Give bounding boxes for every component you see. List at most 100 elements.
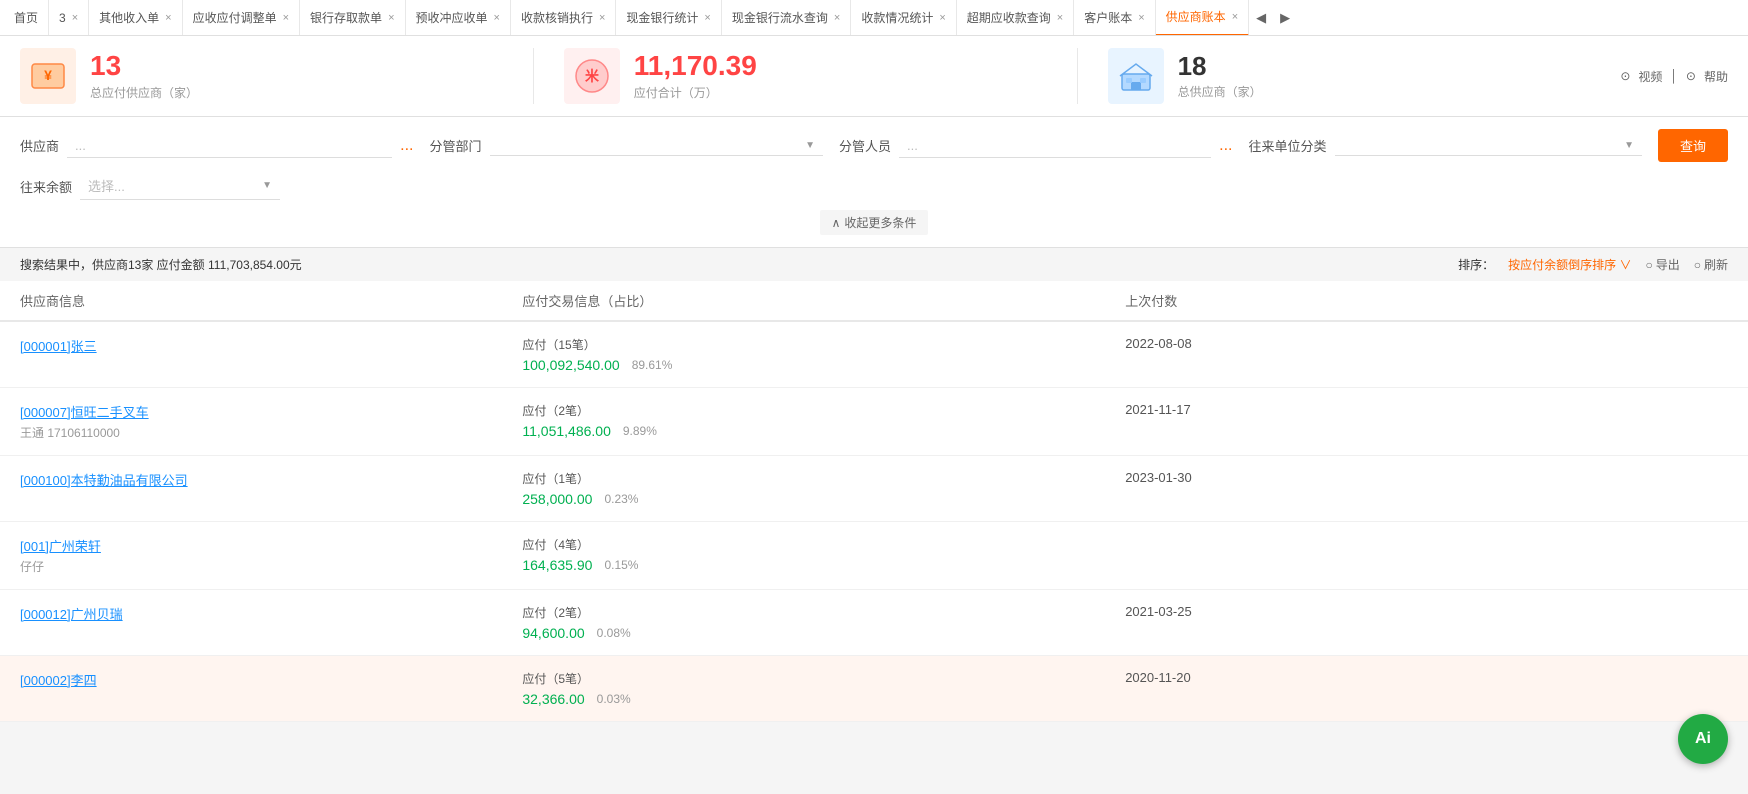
supplier-sub-2: 王通 17106110000 <box>20 424 522 441</box>
table-row[interactable]: [000002]李四 应付（5笔） 32,366.00 0.03% 2020-1… <box>0 656 1748 722</box>
supplier-info-4: [001]广州荣轩 仔仔 <box>20 536 522 575</box>
header-supplier: 供应商信息 <box>20 291 522 310</box>
export-icon: ○ <box>1645 258 1652 272</box>
person-dots-icon[interactable]: ... <box>1219 137 1232 155</box>
trans-amount-5: 94,600.00 <box>522 625 584 641</box>
nav-tab-cash-stat[interactable]: 现金银行统计 × <box>616 0 721 36</box>
svg-text:米: 米 <box>585 68 600 84</box>
supplier-name-3[interactable]: [000100]本特勤油品有限公司 <box>20 470 522 489</box>
divider: │ <box>1670 69 1678 83</box>
supplier-name-5[interactable]: [000012]广州贝瑞 <box>20 604 522 623</box>
result-summary: 搜索结果中，供应商13家 应付金额 111,703,854.00元 <box>20 256 302 273</box>
table-row[interactable]: [000012]广州贝瑞 应付（2笔） 94,600.00 0.08% 2021… <box>0 590 1748 656</box>
ai-button-label: Ai <box>1695 730 1711 748</box>
video-link[interactable]: 视频 <box>1638 68 1662 85</box>
transaction-info-1: 应付（15笔） 100,092,540.00 89.61% <box>522 336 1125 373</box>
person-input[interactable] <box>899 134 1211 158</box>
close-icon[interactable]: × <box>165 12 171 24</box>
lastpay-date-1: 2022-08-08 <box>1125 336 1192 351</box>
category-label: 往来单位分类 <box>1249 136 1327 155</box>
nav-tab-collection-stat[interactable]: 收款情况统计 × <box>851 0 956 36</box>
help-link[interactable]: 帮助 <box>1704 68 1728 85</box>
query-button[interactable]: 查询 <box>1658 129 1728 162</box>
total-payable-number: 11,170.39 <box>634 52 757 80</box>
transaction-info-5: 应付（2笔） 94,600.00 0.08% <box>522 604 1125 641</box>
nav-tab-bank[interactable]: 银行存取款单 × <box>300 0 405 36</box>
filter-supplier: 供应商 ... <box>20 134 414 158</box>
trans-row-4: 164,635.90 0.15% <box>522 557 1125 573</box>
trans-percent-2: 9.89% <box>623 424 657 438</box>
nav-tab-adjustment[interactable]: 应收应付调整单 × <box>183 0 300 36</box>
lastpay-date-5: 2021-03-25 <box>1125 604 1192 619</box>
card-icon-store <box>1108 48 1164 104</box>
close-icon[interactable]: × <box>72 12 78 24</box>
dept-select[interactable]: ▼ <box>490 136 823 156</box>
filter-area: 供应商 ... 分管部门 ▼ 分管人员 ... 往来单位分类 ▼ 查询 往来 <box>0 117 1748 248</box>
balance-label: 往来余额 <box>20 177 72 196</box>
transaction-info-3: 应付（1笔） 258,000.00 0.23% <box>522 470 1125 507</box>
collapse-label: 收起更多条件 <box>844 214 916 231</box>
supplier-dots-icon[interactable]: ... <box>400 137 413 155</box>
supplier-name-1[interactable]: [000001]张三 <box>20 336 522 355</box>
total-payable-label: 应付合计（万） <box>634 84 757 101</box>
supplier-name-4[interactable]: [001]广州荣轩 <box>20 536 522 555</box>
export-button[interactable]: ○ 导出 <box>1645 256 1679 273</box>
close-icon[interactable]: × <box>704 12 710 24</box>
close-icon[interactable]: × <box>1232 11 1238 23</box>
header-extra <box>1527 291 1728 310</box>
person-label: 分管人员 <box>839 136 891 155</box>
nav-tab-collection-label: 收款核销执行 <box>521 9 593 26</box>
nav-next-arrow[interactable]: ▶ <box>1273 0 1297 36</box>
sort-select[interactable]: 按应付余额倒序排序 ∨ <box>1508 256 1631 273</box>
refresh-label: 刷新 <box>1704 256 1728 273</box>
chevron-down-icon-3: ▼ <box>262 180 272 191</box>
trans-label-3: 应付（1笔） <box>522 470 1125 487</box>
table-row[interactable]: [000100]本特勤油品有限公司 应付（1笔） 258,000.00 0.23… <box>0 456 1748 522</box>
supplier-name-6[interactable]: [000002]李四 <box>20 670 522 689</box>
table-row[interactable]: [000007]恒旺二手叉车 王通 17106110000 应付（2笔） 11,… <box>0 388 1748 456</box>
close-icon[interactable]: × <box>494 12 500 24</box>
refresh-button[interactable]: ○ 刷新 <box>1694 256 1728 273</box>
nav-tab-customer[interactable]: 客户账本 × <box>1074 0 1155 36</box>
nav-tab-overdue[interactable]: 超期应收款查询 × <box>957 0 1074 36</box>
trans-amount-4: 164,635.90 <box>522 557 592 573</box>
supplier-input[interactable] <box>67 134 392 158</box>
table-row[interactable]: [001]广州荣轩 仔仔 应付（4笔） 164,635.90 0.15% <box>0 522 1748 590</box>
supplier-name-2[interactable]: [000007]恒旺二手叉车 <box>20 402 522 421</box>
nav-prev-arrow[interactable]: ◀ <box>1249 0 1273 36</box>
trans-detail-6: 应付（5笔） 32,366.00 0.03% <box>522 670 1125 707</box>
trans-amount-2: 11,051,486.00 <box>522 423 611 439</box>
sort-label: 排序： <box>1458 256 1494 273</box>
lastpay-date-6: 2020-11-20 <box>1125 670 1191 685</box>
supplier-info-5: [000012]广州贝瑞 <box>20 604 522 623</box>
nav-tab-home[interactable]: 首页 <box>4 0 49 36</box>
table-row[interactable]: [000001]张三 应付（15笔） 100,092,540.00 89.61%… <box>0 322 1748 388</box>
trans-row-2: 11,051,486.00 9.89% <box>522 423 1125 439</box>
close-icon[interactable]: × <box>283 12 289 24</box>
header-lastpay: 上次付数 <box>1125 291 1527 310</box>
lastpay-3: 2023-01-30 <box>1125 470 1527 485</box>
nav-tab-cash-flow[interactable]: 现金银行流水查询 × <box>722 0 851 36</box>
nav-tab-prepay-label: 预收冲应收单 <box>416 9 488 26</box>
ai-button[interactable]: Ai <box>1678 714 1728 764</box>
close-icon[interactable]: × <box>1057 12 1063 24</box>
close-icon[interactable]: × <box>388 12 394 24</box>
collapse-button[interactable]: ∧ 收起更多条件 <box>820 210 929 235</box>
close-icon[interactable]: × <box>939 12 945 24</box>
balance-select[interactable]: 选择... ▼ <box>80 172 280 200</box>
close-icon[interactable]: × <box>1138 12 1144 24</box>
total-suppliers-number: 18 <box>1178 53 1262 79</box>
filter-balance: 往来余额 选择... ▼ <box>20 172 280 200</box>
close-icon[interactable]: × <box>834 12 840 24</box>
lastpay-date-2: 2021-11-17 <box>1125 402 1191 417</box>
nav-tab-other-income[interactable]: 其他收入单 × <box>89 0 182 36</box>
summary-bar: ¥ 13 总应付供应商（家） 米 11,170.39 应付合计（万） <box>0 36 1748 117</box>
nav-tab-supplier[interactable]: 供应商账本 × <box>1156 0 1249 36</box>
close-icon[interactable]: × <box>599 12 605 24</box>
supplier-info-6: [000002]李四 <box>20 670 522 689</box>
nav-tab-collection[interactable]: 收款核销执行 × <box>511 0 616 36</box>
transaction-info-4: 应付（4笔） 164,635.90 0.15% <box>522 536 1125 573</box>
category-select[interactable]: ▼ <box>1335 136 1642 156</box>
nav-tab-prepay[interactable]: 预收冲应收单 × <box>406 0 511 36</box>
nav-tab-3[interactable]: 3 × <box>49 0 89 36</box>
